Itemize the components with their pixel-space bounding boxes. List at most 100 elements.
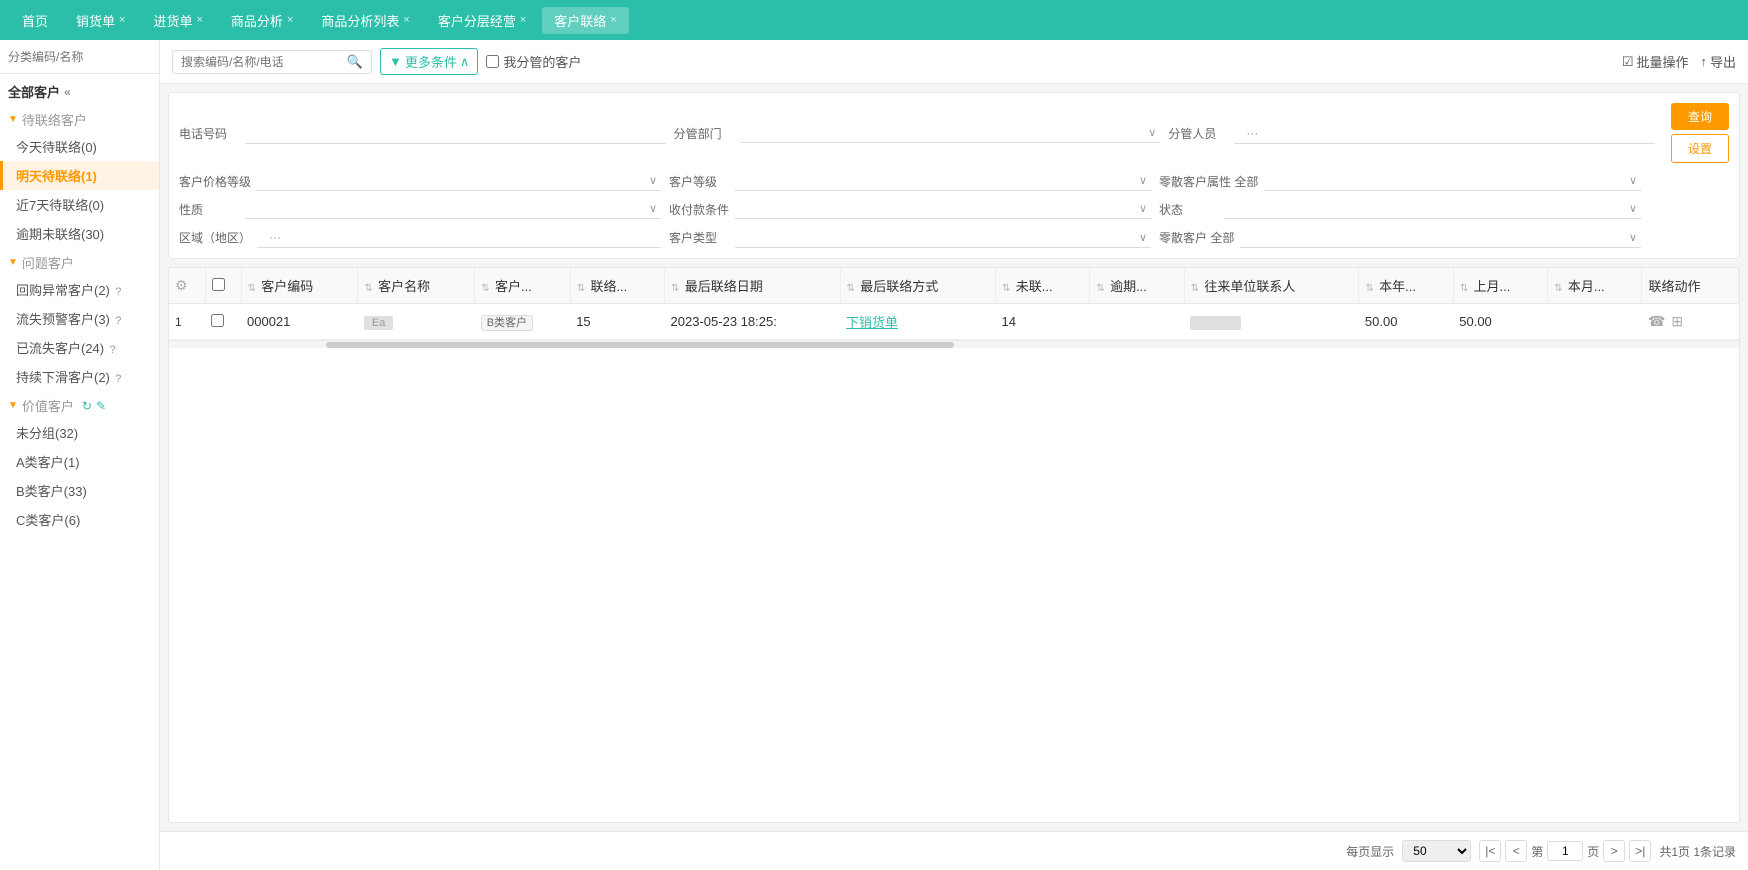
select-all-checkbox[interactable] (212, 278, 225, 291)
toolbar-search-input[interactable] (181, 55, 343, 69)
next-page-button[interactable]: > (1603, 840, 1625, 862)
filter-retail-attr-select[interactable]: ∨ (1264, 171, 1641, 191)
filter-phone-input[interactable] (245, 123, 666, 144)
filter-icon: ▼ (389, 54, 402, 69)
gear-icon[interactable]: ⚙ (175, 277, 188, 293)
per-page-select[interactable]: 50 100 200 (1402, 840, 1471, 862)
table-header-row: ⚙ ⇅ 客户编码 ⇅ 客户名称 (169, 268, 1739, 304)
nav-product-analysis-list[interactable]: 商品分析列表 × (309, 7, 421, 34)
filter-payment-select[interactable]: ∨ (735, 199, 1151, 219)
reset-button[interactable]: 设置 (1671, 134, 1729, 163)
first-page-button[interactable]: |< (1479, 840, 1501, 862)
sort-icon[interactable]: ⇅ (1554, 283, 1562, 294)
help-icon: ? (115, 286, 121, 298)
last-page-button[interactable]: >| (1629, 840, 1651, 862)
edit-icon[interactable]: ✎ (96, 399, 106, 413)
filter-level-select[interactable]: ∨ (735, 171, 1151, 191)
more-dots-icon[interactable]: ··· (1246, 126, 1258, 140)
filter-row-1: 电话号码 分管部门 ∨ 分管人员 ··· (179, 103, 1729, 163)
nav-close-icon[interactable]: × (196, 14, 202, 26)
td-last-date: 2023-05-23 18:25: (665, 304, 841, 340)
td-company-contact (1184, 304, 1359, 340)
sidebar-all-customers[interactable]: 全部客户 « (0, 74, 159, 105)
nav-home[interactable]: 首页 (10, 7, 60, 34)
nav-close-icon[interactable]: × (287, 14, 293, 26)
contact-action-icon[interactable]: ☎ (1648, 313, 1665, 330)
query-button[interactable]: 查询 (1671, 103, 1729, 130)
refresh-icon[interactable]: ↻ (82, 399, 92, 413)
filter-status-select[interactable]: ∨ (1225, 199, 1641, 219)
page-input[interactable] (1547, 841, 1583, 861)
nav-sales-order[interactable]: 销货单 × (64, 7, 137, 34)
nav-purchase-order[interactable]: 进货单 × (141, 7, 214, 34)
sidebar-item-tomorrow-contact[interactable]: 明天待联络(1) (0, 161, 159, 190)
filter-nature-select[interactable]: ∨ (245, 199, 661, 219)
per-page-label: 每页显示 (1346, 843, 1394, 860)
sort-icon[interactable]: ⇅ (1365, 283, 1373, 294)
sort-icon[interactable]: ⇅ (847, 283, 855, 294)
td-last-method: 下销货单 (840, 304, 995, 340)
sort-icon[interactable]: ⇅ (364, 283, 372, 294)
prev-page-button[interactable]: < (1505, 840, 1527, 862)
sort-icon[interactable]: ⇅ (1460, 283, 1468, 294)
nav-close-icon[interactable]: × (119, 14, 125, 26)
sidebar-item-7day-contact[interactable]: 近7天待联络(0) (0, 190, 159, 219)
sort-icon[interactable]: ⇅ (248, 283, 256, 294)
th-this-year: ⇅ 本年... (1359, 268, 1453, 304)
sidebar-search-input[interactable] (8, 50, 160, 64)
filter-retail-select[interactable]: ∨ (1240, 228, 1641, 248)
row-checkbox[interactable] (211, 314, 224, 327)
filter-nature-label: 性质 (179, 201, 239, 218)
filter-phone: 电话号码 (179, 123, 666, 144)
td-code: 000021 (241, 304, 358, 340)
nav-close-icon[interactable]: × (610, 14, 616, 26)
filter-price-select[interactable]: ∨ (257, 171, 661, 191)
filter-manager: 分管人员 ··· (1168, 123, 1655, 144)
sidebar-search-container: 🔍 (0, 40, 159, 74)
sidebar-item-churned[interactable]: 已流失客户(24) ? (0, 333, 159, 362)
nav-product-analysis[interactable]: 商品分析 × (219, 7, 305, 34)
export-button[interactable]: ↑ 导出 (1700, 52, 1736, 71)
nav-close-icon[interactable]: × (403, 14, 409, 26)
sidebar-item-class-c[interactable]: C类客户(6) (0, 505, 159, 534)
sidebar-item-churn-warning[interactable]: 流失预警客户(3) ? (0, 304, 159, 333)
sidebar-item-class-b[interactable]: B类客户(33) (0, 476, 159, 505)
filter-level-label: 客户等级 (669, 173, 729, 190)
sidebar-item-ungrouped[interactable]: 未分组(32) (0, 418, 159, 447)
batch-operation-button[interactable]: ☑ 批量操作 (1622, 52, 1689, 71)
chevron-down-icon: ∨ (1629, 202, 1637, 215)
sort-icon[interactable]: ⇅ (1002, 283, 1010, 294)
chevron-down-icon: ∨ (1629, 231, 1637, 244)
sort-icon[interactable]: ⇅ (577, 283, 585, 294)
scrollbar-thumb[interactable] (326, 342, 954, 348)
filter-manager-select[interactable]: ··· (1234, 123, 1655, 144)
sidebar-item-overdue-contact[interactable]: 逾期未联络(30) (0, 219, 159, 248)
nav-customer-segmentation[interactable]: 客户分层经营 × (426, 7, 538, 34)
more-action-icon[interactable]: ⊞ (1671, 313, 1683, 330)
filter-payment: 收付款条件 ∨ (669, 199, 1151, 219)
my-customers-check[interactable] (486, 55, 499, 68)
sort-icon[interactable]: ⇅ (1191, 283, 1199, 294)
more-dots-icon[interactable]: ··· (269, 230, 281, 244)
collapse-icon[interactable]: « (64, 85, 71, 99)
td-this-month (1548, 304, 1642, 340)
filter-type-select[interactable]: ∨ (735, 228, 1151, 248)
sidebar-item-repurchase-abnormal[interactable]: 回购异常客户(2) ? (0, 275, 159, 304)
sort-icon[interactable]: ⇅ (481, 283, 489, 294)
horizontal-scrollbar[interactable] (169, 340, 1739, 348)
sidebar-item-declining[interactable]: 持续下滑客户(2) ? (0, 362, 159, 391)
customer-table: ⚙ ⇅ 客户编码 ⇅ 客户名称 (169, 268, 1739, 340)
filter-region-select[interactable]: ··· (257, 227, 661, 248)
nav-customer-contact[interactable]: 客户联络 × (542, 7, 628, 34)
sort-icon[interactable]: ⇅ (671, 283, 679, 294)
filter-dept-select[interactable]: ∨ (740, 123, 1161, 143)
filter-price-label: 客户价格等级 (179, 173, 251, 190)
my-customers-checkbox[interactable]: 我分管的客户 (486, 52, 581, 71)
th-this-month: ⇅ 本月... (1548, 268, 1642, 304)
sidebar-item-today-contact[interactable]: 今天待联络(0) (0, 132, 159, 161)
nav-close-icon[interactable]: × (520, 14, 526, 26)
search-icon[interactable]: 🔍 (347, 54, 363, 70)
sidebar-item-class-a[interactable]: A类客户(1) (0, 447, 159, 476)
filter-more-button[interactable]: ▼ 更多条件 ∧ (380, 48, 478, 75)
sort-icon[interactable]: ⇅ (1096, 283, 1104, 294)
